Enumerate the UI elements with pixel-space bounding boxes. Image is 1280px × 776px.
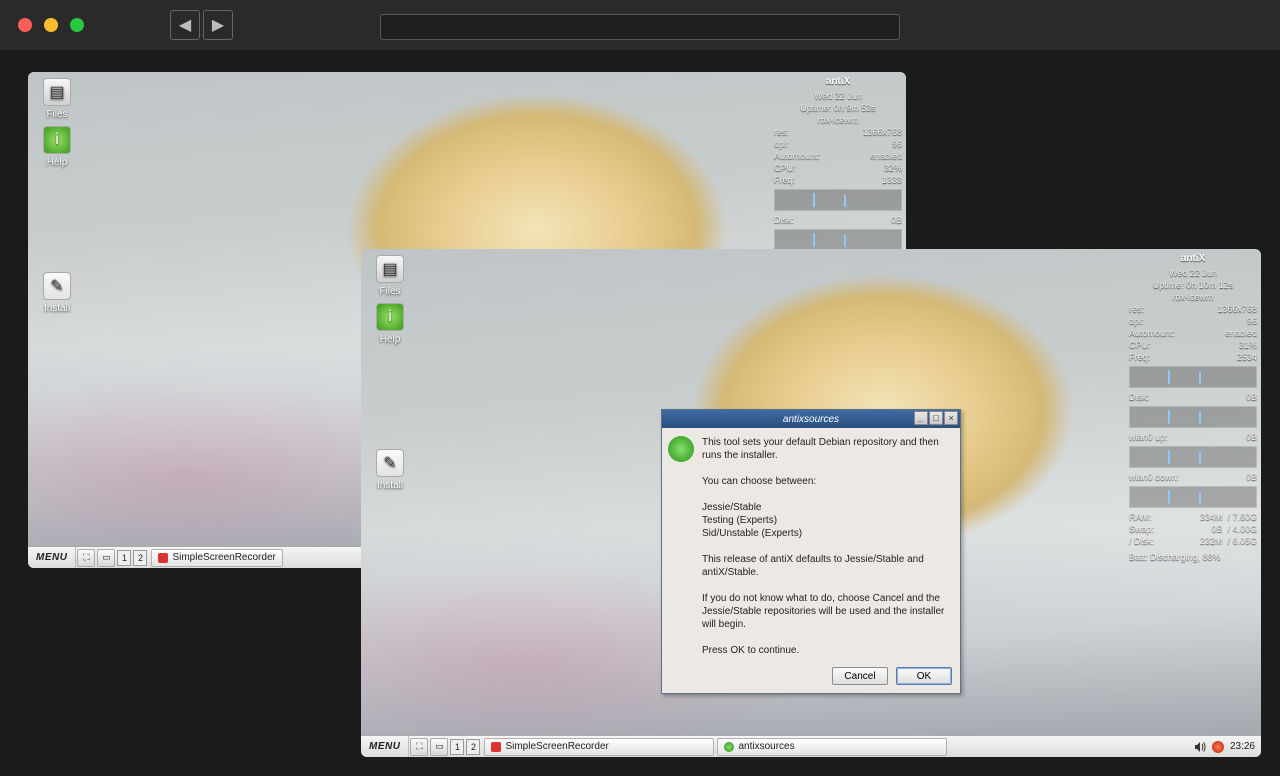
- close-icon[interactable]: ×: [944, 411, 958, 425]
- workspace-2[interactable]: 2: [133, 550, 147, 566]
- dialog-titlebar[interactable]: antixsources _ □ ×: [662, 410, 960, 428]
- window-list-button[interactable]: ▭: [97, 549, 115, 567]
- icon-label: Install: [367, 480, 413, 491]
- minimize-icon[interactable]: _: [914, 411, 928, 425]
- workspace-2[interactable]: 2: [466, 739, 480, 755]
- ok-button[interactable]: OK: [896, 667, 952, 685]
- desktop-icon-install[interactable]: ✎ Install: [34, 272, 80, 314]
- app-icon: [158, 553, 168, 563]
- clock: 23:26: [1230, 741, 1255, 752]
- icon-label: Files: [34, 109, 80, 120]
- workspace-1[interactable]: 1: [117, 550, 131, 566]
- screenshot-2: ▤ Files i Help ✎ Install antiX Wed 22 Ju…: [361, 249, 1261, 757]
- desktop-icon-files[interactable]: ▤ Files: [34, 78, 80, 120]
- wlan-down-graph: [1129, 486, 1257, 508]
- stats-title: antiX: [774, 76, 902, 88]
- record-icon[interactable]: [1212, 741, 1224, 753]
- cancel-button[interactable]: Cancel: [832, 667, 888, 685]
- workspace-1[interactable]: 1: [450, 739, 464, 755]
- task-antixsources[interactable]: antixsources: [717, 738, 947, 756]
- minimize-icon[interactable]: [44, 18, 58, 32]
- browser-titlebar: ◀ ▶: [0, 0, 1280, 50]
- stats-date: Wed 22 Jun: [774, 90, 902, 102]
- window-list-button[interactable]: ▭: [430, 738, 448, 756]
- system-tray: 23:26: [1194, 741, 1261, 753]
- desktop-icon-install[interactable]: ✎ Install: [367, 449, 413, 491]
- folder-icon: ▤: [376, 255, 404, 283]
- conky-stats: antiX Wed 22 Jun Uptime: 0h 9m 53s rox-i…: [774, 76, 902, 266]
- stats-wm: rox-icewm: [774, 114, 902, 126]
- disk-graph: [774, 229, 902, 251]
- task-simplescreenrecorder[interactable]: SimpleScreenRecorder: [484, 738, 714, 756]
- desktop-icon-help[interactable]: i Help: [34, 126, 80, 168]
- conky-stats: antiX Wed 22 Jun Uptime: 0h 10m 12s rox-…: [1129, 253, 1257, 563]
- volume-icon[interactable]: [1194, 741, 1206, 753]
- window-controls: [18, 18, 84, 32]
- icon-label: Help: [367, 334, 413, 345]
- app-icon: [491, 742, 501, 752]
- disk-graph: [1129, 406, 1257, 428]
- stats-uptime: Uptime: 0h 9m 53s: [774, 102, 902, 114]
- stats-title: antiX: [1129, 253, 1257, 265]
- dialog-icon: [668, 436, 694, 462]
- icon-label: Install: [34, 303, 80, 314]
- address-bar[interactable]: [380, 14, 900, 40]
- menu-button[interactable]: MENU: [28, 547, 76, 568]
- show-desktop-button[interactable]: ⛶: [410, 738, 428, 756]
- task-label: SimpleScreenRecorder: [505, 741, 608, 752]
- app-icon: [724, 742, 734, 752]
- dialog-buttons: Cancel OK: [662, 663, 960, 693]
- cpu-graph: [1129, 366, 1257, 388]
- maximize-icon[interactable]: □: [929, 411, 943, 425]
- dialog-title: antixsources: [783, 414, 839, 425]
- taskbar: MENU ⛶ ▭ 1 2 SimpleScreenRecorder antixs…: [361, 735, 1261, 757]
- task-label: SimpleScreenRecorder: [172, 552, 275, 563]
- info-icon: i: [43, 126, 71, 154]
- menu-button[interactable]: MENU: [361, 736, 409, 757]
- desktop-icon-files[interactable]: ▤ Files: [367, 255, 413, 297]
- antixsources-dialog: antixsources _ □ × This tool sets your d…: [661, 409, 961, 694]
- forward-button[interactable]: ▶: [203, 10, 233, 40]
- wlan-up-graph: [1129, 446, 1257, 468]
- close-icon[interactable]: [18, 18, 32, 32]
- cpu-graph: [774, 189, 902, 211]
- install-icon: ✎: [376, 449, 404, 477]
- icon-label: Files: [367, 286, 413, 297]
- desktop-icon-help[interactable]: i Help: [367, 303, 413, 345]
- icon-label: Help: [34, 157, 80, 168]
- info-icon: i: [376, 303, 404, 331]
- task-simplescreenrecorder[interactable]: SimpleScreenRecorder: [151, 549, 282, 567]
- task-label: antixsources: [738, 741, 794, 752]
- nav-arrows: ◀ ▶: [170, 10, 233, 40]
- folder-icon: ▤: [43, 78, 71, 106]
- back-button[interactable]: ◀: [170, 10, 200, 40]
- install-icon: ✎: [43, 272, 71, 300]
- show-desktop-button[interactable]: ⛶: [77, 549, 95, 567]
- maximize-icon[interactable]: [70, 18, 84, 32]
- dialog-body: This tool sets your default Debian repos…: [662, 428, 960, 663]
